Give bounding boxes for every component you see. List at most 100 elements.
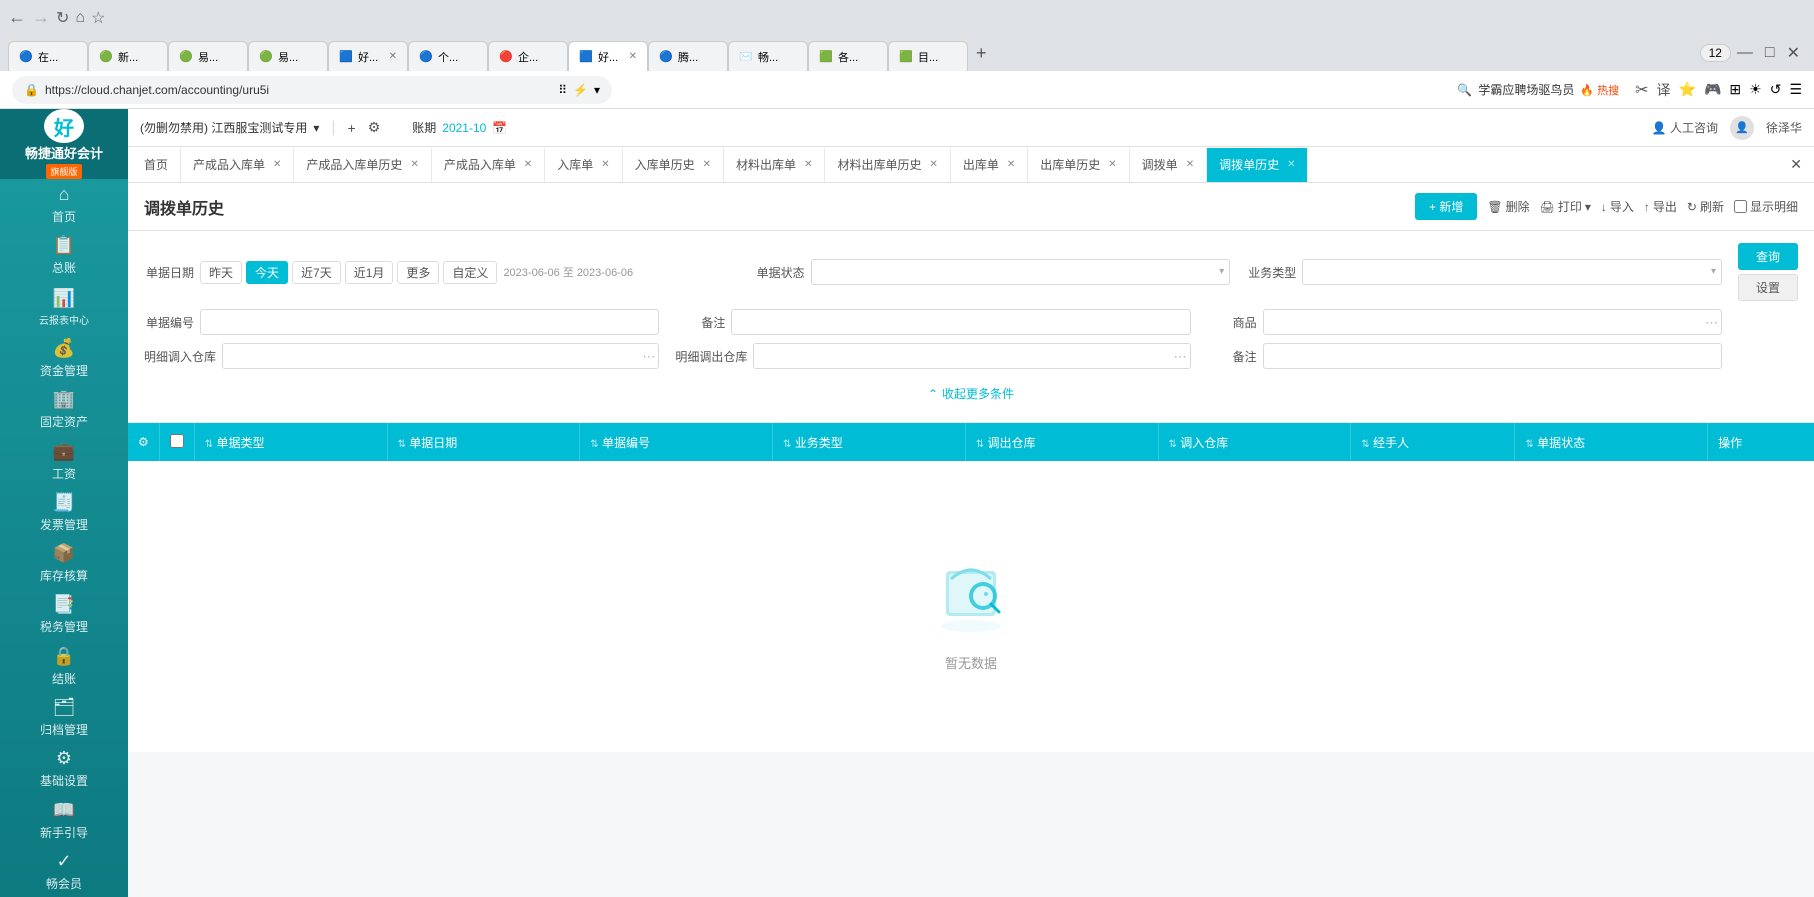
nav-tab-transfer[interactable]: 调拨单 ✕ [1130, 148, 1207, 182]
nav-tab-home[interactable]: 首页 [132, 148, 181, 182]
nav-tab-out-history[interactable]: 出库单历史 ✕ [1028, 148, 1129, 182]
tab-close-btn[interactable]: ✕ [629, 51, 637, 62]
nav-tab-close[interactable]: ✕ [929, 159, 937, 170]
translate-icon[interactable]: 译 [1657, 80, 1671, 100]
th-doc-type[interactable]: ⇅ 单据类型 [194, 423, 387, 461]
tab-close-btn[interactable]: ✕ [389, 51, 397, 62]
company-selector[interactable]: (勿删勿禁用) 江西服宝测试专用 ▾ [140, 119, 319, 136]
url-box[interactable]: 🔒 https://cloud.chanjet.com/accounting/u… [12, 76, 612, 104]
th-handler[interactable]: ⇅ 经手人 [1351, 423, 1515, 461]
goods-picker-btn[interactable]: ··· [1705, 315, 1718, 330]
browser-tab[interactable]: 🟩 各... [808, 41, 888, 71]
sidebar-item-inventory[interactable]: 📦 库存核算 [0, 538, 128, 589]
nav-tab-close[interactable]: ✕ [1186, 159, 1194, 170]
minimize-btn[interactable]: — [1731, 44, 1759, 62]
nav-tab-close[interactable]: ✕ [410, 159, 418, 170]
sidebar-item-archive[interactable]: 🗂 归档管理 [0, 692, 128, 743]
browser-tab[interactable]: 🔵 腾... [648, 41, 728, 71]
period-selector[interactable]: 账期 2021-10 📅 [412, 119, 507, 136]
game-icon[interactable]: 🎮 [1704, 81, 1721, 98]
th-doc-date[interactable]: ⇅ 单据日期 [387, 423, 580, 461]
delete-btn[interactable]: 🗑 删除 [1487, 198, 1529, 215]
nav-tab-product-in[interactable]: 产成品入库单 ✕ [181, 148, 294, 182]
biz-type-select[interactable]: ▾ [1302, 259, 1722, 285]
nav-tab-close[interactable]: ✕ [1287, 159, 1295, 170]
sidebar-item-funds[interactable]: 💰 资金管理 [0, 333, 128, 384]
detail-in-picker-btn[interactable]: ··· [642, 349, 655, 364]
sidebar-item-tax[interactable]: 📑 税务管理 [0, 589, 128, 640]
refresh-btn[interactable]: ↻ 刷新 [1687, 198, 1724, 215]
print-btn[interactable]: 🖨 打印 ▾ [1540, 198, 1591, 215]
nav-tab-product-in-history[interactable]: 产成品入库单历史 ✕ [294, 148, 431, 182]
browser-back-btn[interactable]: ← [8, 7, 26, 28]
th-out-warehouse[interactable]: ⇅ 调出仓库 [965, 423, 1158, 461]
undo-icon[interactable]: ↺ [1770, 81, 1782, 98]
nav-tab-close[interactable]: ✕ [524, 159, 532, 170]
nav-tab-close[interactable]: ✕ [273, 159, 281, 170]
date-btn-custom[interactable]: 自定义 [443, 261, 497, 284]
close-all-tabs-btn[interactable]: ✕ [1782, 156, 1810, 173]
sidebar-item-invoice[interactable]: 🧾 发票管理 [0, 487, 128, 538]
date-btn-yesterday[interactable]: 昨天 [200, 261, 242, 284]
sidebar-item-settings[interactable]: ⚙ 基础设置 [0, 743, 128, 794]
browser-tab[interactable]: 🟦 好... ✕ [328, 41, 408, 71]
browser-forward-btn[interactable]: → [32, 7, 50, 28]
sidebar-item-closing[interactable]: 🔒 结账 [0, 641, 128, 692]
settings-filter-btn[interactable]: 设置 [1738, 274, 1798, 301]
remark2-input[interactable] [1263, 343, 1722, 369]
date-btn-7days[interactable]: 近7天 [292, 261, 341, 284]
import-btn[interactable]: ↓ 导入 [1601, 198, 1634, 215]
new-btn[interactable]: + 新增 [1415, 193, 1477, 220]
th-in-warehouse[interactable]: ⇅ 调入仓库 [1158, 423, 1351, 461]
topbar-settings-btn[interactable]: ⚙ [368, 119, 381, 136]
nav-tab-material-out[interactable]: 材料出库单 ✕ [724, 148, 825, 182]
detail-out-picker-btn[interactable]: ··· [1174, 349, 1187, 364]
star2-icon[interactable]: ⭐ [1679, 81, 1696, 98]
scissors-icon[interactable]: ✂ [1635, 80, 1648, 100]
detail-out-input[interactable] [753, 343, 1190, 369]
nav-tab-in-order[interactable]: 入库单 ✕ [545, 148, 622, 182]
nav-tab-close[interactable]: ✕ [1007, 159, 1015, 170]
nav-tab-close[interactable]: ✕ [601, 159, 609, 170]
query-btn[interactable]: 查询 [1738, 243, 1798, 270]
status-select[interactable]: ▾ [811, 259, 1231, 285]
nav-tab-close[interactable]: ✕ [804, 159, 812, 170]
tab-count-badge[interactable]: 12 [1700, 44, 1731, 62]
detail-in-input[interactable] [222, 343, 659, 369]
nav-tab-in-history[interactable]: 入库单历史 ✕ [623, 148, 724, 182]
browser-tab[interactable]: 🔵 个... [408, 41, 488, 71]
nav-tab-material-out-history[interactable]: 材料出库单历史 ✕ [825, 148, 950, 182]
th-checkbox[interactable] [159, 423, 194, 461]
browser-tab[interactable]: 🟢 易... [168, 41, 248, 71]
th-status[interactable]: ⇅ 单据状态 [1515, 423, 1708, 461]
export-btn[interactable]: ↑ 导出 [1644, 198, 1677, 215]
browser-star-btn[interactable]: ☆ [91, 8, 105, 28]
close-window-btn[interactable]: ✕ [1781, 43, 1806, 63]
nav-tab-out-order[interactable]: 出库单 ✕ [951, 148, 1028, 182]
browser-tab[interactable]: 🔵 在... [8, 41, 88, 71]
maximize-btn[interactable]: □ [1759, 44, 1781, 62]
collapse-conditions-btn[interactable]: ⌃ 收起更多条件 [144, 377, 1798, 410]
browser-tab[interactable]: 🟢 新... [88, 41, 168, 71]
browser-tab[interactable]: 🔴 企... [488, 41, 568, 71]
browser-tab-active[interactable]: 🟦 好... ✕ [568, 41, 648, 71]
browser-tab[interactable]: ✉️ 畅... [728, 41, 808, 71]
date-btn-today[interactable]: 今天 [246, 261, 288, 284]
service-link[interactable]: 👤 人工咨询 [1652, 119, 1718, 136]
sidebar-item-guide[interactable]: 📖 新手引导 [0, 794, 128, 845]
new-tab-btn[interactable]: + [968, 43, 995, 64]
sidebar-item-ledger[interactable]: 📋 总账 [0, 230, 128, 281]
remark-input[interactable] [731, 309, 1190, 335]
browser-tab[interactable]: 🟢 易... [248, 41, 328, 71]
sun-icon[interactable]: ☀ [1749, 81, 1762, 98]
sidebar-item-reports[interactable]: 📊 云报表中心 [0, 282, 128, 333]
th-biz-type[interactable]: ⇅ 业务类型 [773, 423, 966, 461]
show-cols-checkbox[interactable]: 显示明细 [1734, 198, 1798, 215]
grid-icon[interactable]: ⊞ [1729, 81, 1741, 98]
nav-tab-close[interactable]: ✕ [1108, 159, 1116, 170]
show-cols-input[interactable] [1734, 200, 1747, 213]
select-all-checkbox[interactable] [170, 434, 184, 448]
browser-home-btn[interactable]: ⌂ [75, 9, 85, 27]
th-doc-no[interactable]: ⇅ 单据编号 [580, 423, 773, 461]
nav-tab-transfer-history[interactable]: 调拨单历史 ✕ [1207, 148, 1308, 182]
